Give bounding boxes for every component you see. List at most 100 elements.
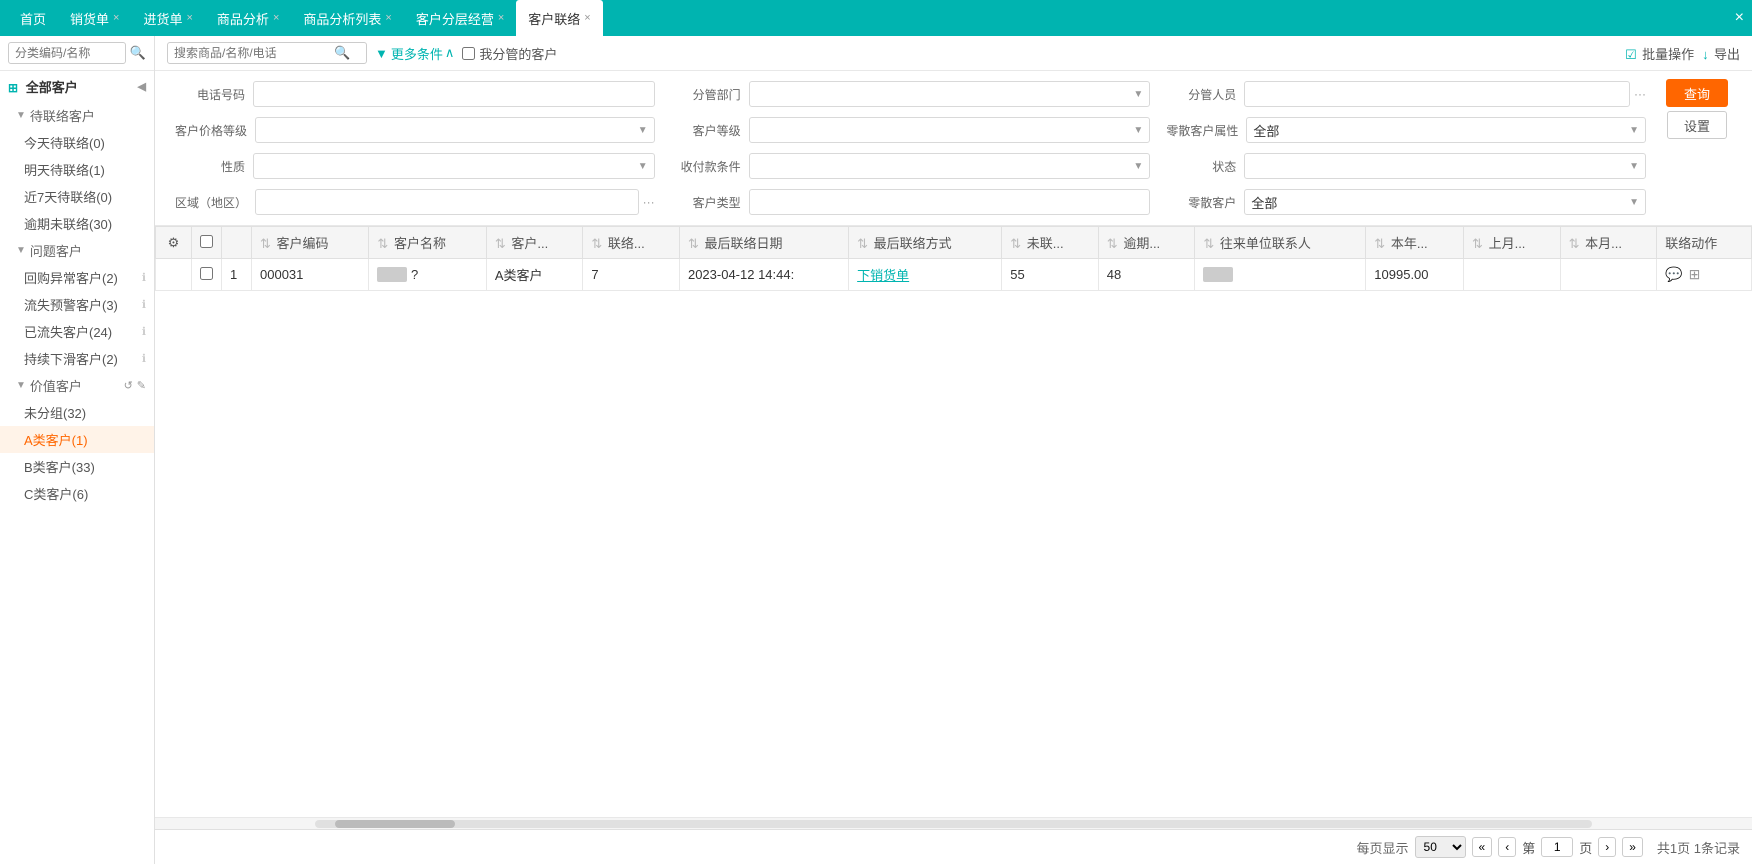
scatter-attr-select[interactable]: 全部 ▼ [1246,117,1646,143]
sidebar-item-7days-contact[interactable]: 近7天待联络(0) [0,183,154,210]
filter-cell-scatter-attr: 零散客户属性 全部 ▼ [1158,115,1654,145]
nav-product-analysis[interactable]: 商品分析 × [205,0,291,36]
customer-level-select[interactable]: ▼ [749,117,1151,143]
nav-sales-order[interactable]: 销货单 × [58,0,131,36]
search-icon[interactable]: 🔍 [334,45,350,61]
last-page-button[interactable]: » [1622,837,1643,857]
more-conditions-button[interactable]: ▼ 更多条件 ∧ [375,44,454,63]
nav-purchase-close[interactable]: × [186,12,192,24]
sidebar-item-tomorrow-contact[interactable]: 明天待联络(1) [0,156,154,183]
col-unit-contact[interactable]: ⇅ 往来单位联系人 [1195,227,1366,259]
filter-row-3: 性质 ▼ 收付款条件 ▼ [167,151,1654,181]
sidebar-all-customers-label: 全部客户 [26,80,78,95]
col-last-date[interactable]: ⇅ 最后联络日期 [679,227,848,259]
sidebar-item-class-c[interactable]: C类客户(6) [0,480,154,507]
sidebar-group-problem-customers[interactable]: ▼ 问题客户 [0,237,154,264]
scrollbar-thumb[interactable] [335,820,455,828]
col-last-month[interactable]: ⇅ 上月... [1464,227,1561,259]
batch-operation-button[interactable]: ☑ 批量操作 [1625,44,1694,63]
col-this-month[interactable]: ⇅ 本月... [1560,227,1657,259]
nav-home[interactable]: 首页 [8,0,58,36]
sidebar-collapse-icon[interactable]: ◀ [138,80,146,93]
sort-icon-unit-contact: ⇅ [1203,236,1214,251]
export-label: 导出 [1714,47,1740,62]
sidebar-item-abnormal-repurchase[interactable]: 回购异常客户(2) ℹ [0,264,154,291]
row-last-date: 2023-04-12 14:44: [688,267,794,282]
row-action-icons: 💬 ⊞ [1665,266,1743,283]
col-last-date-label: 最后联络日期 [705,236,783,251]
prev-page-button[interactable]: ‹ [1498,837,1516,857]
sidebar-item-today-contact[interactable]: 今天待联络(0) [0,129,154,156]
per-page-select[interactable]: 50 100 200 [1415,836,1466,858]
nav-customer-segment[interactable]: 客户分层经营 × [404,0,516,36]
nav-customer-contact[interactable]: 客户联络 × [516,0,602,36]
col-no [222,227,252,259]
person-input[interactable] [1244,81,1630,107]
nav-purchase-label: 进货单 [143,9,182,28]
col-last-method[interactable]: ⇅ 最后联络方式 [849,227,1002,259]
sidebar-group-pending-contact[interactable]: ▼ 待联络客户 [0,102,154,129]
scatter-customer-select[interactable]: 全部 ▼ [1244,189,1646,215]
sidebar-item-churned[interactable]: 已流失客户(24) ℹ [0,318,154,345]
region-dots-icon[interactable]: ··· [643,195,655,209]
nav-product-analysis-close[interactable]: × [273,12,279,24]
search-input[interactable] [174,46,334,60]
my-customers-checkbox[interactable] [462,47,475,60]
sidebar-item-class-a[interactable]: A类客户(1) [0,426,154,453]
sidebar-item-churn-warning[interactable]: 流失预警客户(3) ℹ [0,291,154,318]
dept-select[interactable]: ▼ [749,81,1151,107]
filter-icon: ▼ [375,46,388,61]
sidebar-item-ungrouped[interactable]: 未分组(32) [0,399,154,426]
row-checkbox[interactable] [200,267,213,280]
sidebar-all-customers-header[interactable]: ⊞ 全部客户 ◀ [0,71,154,102]
nav-sales-close[interactable]: × [113,12,119,24]
page-number-input[interactable] [1541,837,1573,857]
status-select[interactable]: ▼ [1244,153,1646,179]
payment-select[interactable]: ▼ [749,153,1151,179]
chat-icon[interactable]: 💬 [1665,266,1682,283]
col-code[interactable]: ⇅ 客户编码 [252,227,369,259]
nav-customer-contact-close[interactable]: × [584,12,590,24]
nav-product-analysis-list-close[interactable]: × [385,12,391,24]
sidebar-item-declining[interactable]: 持续下滑客户(2) ℹ [0,345,154,372]
next-page-button[interactable]: › [1598,837,1616,857]
sidebar-search-icon[interactable]: 🔍 [130,45,146,61]
settings-icon[interactable]: ⚙ [168,235,180,250]
phone-input[interactable] [253,81,655,107]
status-label: 状态 [1166,158,1236,175]
person-dots-icon[interactable]: ··· [1634,87,1646,101]
window-close-button[interactable]: × [1735,9,1744,27]
nav-purchase-order[interactable]: 进货单 × [131,0,204,36]
nature-select[interactable]: ▼ [253,153,655,179]
col-no-contact[interactable]: ⇅ 未联... [1002,227,1099,259]
query-button[interactable]: 查询 [1666,79,1728,107]
sidebar-search-input[interactable] [8,42,126,64]
qr-icon[interactable]: ⊞ [1689,266,1701,283]
set-button[interactable]: 设置 [1667,111,1727,139]
price-level-select[interactable]: ▼ [255,117,655,143]
sidebar-item-class-b[interactable]: B类客户(33) [0,453,154,480]
nav-customer-segment-close[interactable]: × [498,12,504,24]
col-this-year[interactable]: ⇅ 本年... [1366,227,1464,259]
sidebar-item-overdue-contact[interactable]: 逾期未联络(30) [0,210,154,237]
row-no-cell: 1 [222,259,252,291]
export-button[interactable]: ↓ 导出 [1702,44,1740,63]
customer-type-input[interactable] [749,189,1151,215]
refresh-icon[interactable]: ↺ [124,379,133,392]
col-name[interactable]: ⇅ 客户名称 [369,227,486,259]
nav-product-analysis-list[interactable]: 商品分析列表 × [291,0,403,36]
first-page-button[interactable]: « [1472,837,1493,857]
edit-icon[interactable]: ✎ [137,379,146,392]
sidebar-group-value-customers[interactable]: ▼ 价值客户 ↺ ✎ [0,372,154,399]
col-overdue[interactable]: ⇅ 逾期... [1098,227,1195,259]
row-settings-cell [156,259,192,291]
col-type[interactable]: ⇅ 客户... [486,227,583,259]
col-last-month-label: 上月... [1489,236,1526,251]
row-last-date-cell: 2023-04-12 14:44: [679,259,848,291]
col-settings[interactable]: ⚙ [156,227,192,259]
col-contact[interactable]: ⇅ 联络... [583,227,680,259]
region-input[interactable] [255,189,639,215]
horizontal-scrollbar[interactable] [155,817,1752,829]
row-last-method-cell[interactable]: 下销货单 [849,259,1002,291]
select-all-checkbox[interactable] [200,235,213,248]
